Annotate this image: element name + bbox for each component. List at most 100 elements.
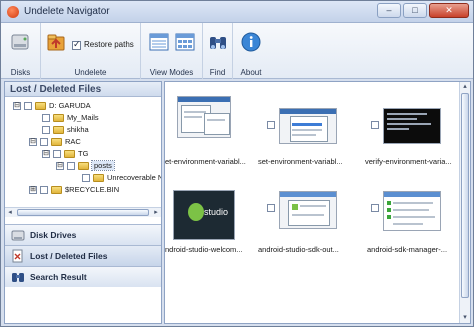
horizontal-scrollbar[interactable]: ◂ ▸ [5, 207, 161, 217]
view-modes-group-label: View Modes [149, 68, 194, 77]
tree-node[interactable]: ⊟ RAC [29, 136, 81, 147]
nav-disk-drives[interactable]: Disk Drives [5, 224, 161, 245]
collapse-toggle[interactable]: ⊟ [42, 149, 50, 158]
tree-checkbox[interactable] [24, 101, 32, 110]
android-studio-logo-icon [188, 203, 204, 221]
folder-icon [64, 149, 75, 158]
folder-icon [53, 125, 64, 134]
thumbnail-item[interactable]: et-environment-variabl... [165, 96, 265, 171]
collapse-toggle[interactable]: ⊟ [56, 161, 64, 170]
thumbnail-view-icon[interactable] [174, 31, 196, 53]
studio-logo-text: studio [204, 207, 229, 217]
tree-node-label: My_Mails [67, 113, 99, 122]
scroll-left-arrow[interactable]: ◂ [5, 208, 15, 218]
folder-icon [78, 161, 89, 170]
restore-paths-label: Restore paths [84, 40, 134, 49]
nav-lost-deleted-files[interactable]: Lost / Deleted Files [5, 245, 161, 266]
disk-drive-icon [11, 230, 25, 241]
thumbnail-checkbox[interactable] [267, 121, 275, 129]
tree-node-label: RAC [65, 137, 81, 146]
thumbnail-item[interactable]: set-environment-variabl... [258, 96, 365, 171]
find-group: Find [203, 23, 233, 79]
tree-node[interactable]: shikha [42, 124, 89, 135]
tree-checkbox[interactable] [42, 113, 50, 122]
file-thumbnails-pane: et-environment-variabl... set-environmen… [164, 81, 471, 324]
left-pane-title: Lost / Deleted Files [5, 82, 161, 97]
tree-node[interactable]: ⊟ posts [56, 160, 115, 171]
thumbnail-checkbox[interactable] [371, 204, 379, 212]
nav-label: Search Result [30, 272, 87, 282]
window-controls: – □ ✕ [377, 3, 469, 18]
tree-node-label: Unrecoverable Na [107, 173, 161, 182]
info-icon[interactable] [240, 31, 262, 53]
disks-group: Disks [1, 23, 41, 79]
screenshot-thumbnail[interactable] [279, 191, 337, 229]
thumbnail-item[interactable]: verify-environment-varia... [365, 96, 465, 171]
tree-checkbox[interactable] [82, 173, 90, 182]
screenshot-thumbnail[interactable] [383, 191, 441, 231]
view-modes-group: View Modes [141, 23, 203, 79]
scroll-up-arrow[interactable]: ▴ [460, 82, 470, 92]
scroll-thumb[interactable] [461, 93, 469, 298]
screenshot-thumbnail[interactable] [383, 108, 441, 144]
tree-checkbox[interactable] [40, 137, 48, 146]
tree-node[interactable]: My_Mails [42, 112, 99, 123]
undelete-icon[interactable] [45, 31, 67, 53]
undelete-group: Restore paths Undelete [41, 23, 141, 79]
tree-checkbox[interactable] [53, 149, 61, 158]
maximize-button[interactable]: □ [403, 3, 427, 18]
drive-icon [35, 101, 46, 110]
tree-node-label: TG [78, 149, 89, 158]
thumbnail-caption: et-environment-variabl... [165, 157, 246, 166]
tree-node-label: $RECYCLE.BIN [65, 185, 120, 194]
collapse-toggle[interactable]: ⊟ [29, 137, 37, 146]
tree-node-label: shikha [67, 125, 89, 134]
list-view-icon[interactable] [148, 31, 170, 53]
binoculars-icon[interactable] [207, 31, 229, 53]
tree-checkbox[interactable] [42, 125, 50, 134]
binoculars-icon [12, 273, 24, 282]
nav-label: Disk Drives [30, 230, 77, 240]
thumbnail-caption: android-sdk-manager-... [367, 245, 448, 254]
thumbnail-checkbox[interactable] [371, 121, 379, 129]
tree-node[interactable]: ⊟ TG [42, 148, 88, 159]
nav-search-result[interactable]: Search Result [5, 266, 161, 287]
minimize-button[interactable]: – [377, 3, 401, 18]
deleted-file-icon [12, 249, 23, 263]
restore-paths-checkbox[interactable] [72, 39, 81, 50]
tree-checkbox[interactable] [40, 185, 48, 194]
thumbnail-item[interactable]: studio ndroid-studio-welcom... [165, 190, 265, 265]
thumbnail-checkbox[interactable] [267, 204, 275, 212]
undelete-group-label: Undelete [74, 68, 107, 77]
tree-node[interactable]: ⊞ $RECYCLE.BIN [29, 184, 119, 195]
tree-node-label: posts [91, 160, 115, 171]
about-group-label: About [240, 68, 262, 77]
app-logo-icon [7, 6, 19, 18]
vertical-scrollbar[interactable]: ▴ ▾ [459, 82, 470, 323]
screenshot-thumbnail[interactable]: studio [173, 190, 235, 240]
collapse-toggle[interactable]: ⊟ [13, 101, 21, 110]
expand-toggle[interactable]: ⊞ [29, 185, 37, 194]
screenshot-thumbnail[interactable] [279, 108, 337, 144]
disk-drive-icon[interactable] [10, 31, 32, 53]
folder-icon [53, 113, 64, 122]
tree-node[interactable]: ⊟ D: GARUDA [13, 100, 91, 111]
close-button[interactable]: ✕ [429, 3, 469, 18]
tree-node[interactable]: Unrecoverable Na [82, 172, 161, 183]
scroll-thumb[interactable] [17, 209, 149, 216]
thumbnail-caption: android-studio-sdk-out... [258, 245, 339, 254]
scroll-right-arrow[interactable]: ▸ [151, 208, 161, 218]
tree-node-label: D: GARUDA [49, 101, 91, 110]
scroll-down-arrow[interactable]: ▾ [460, 313, 470, 323]
ribbon-toolbar: Disks Restore paths Undelete [1, 23, 473, 79]
about-group: About [233, 23, 269, 79]
screenshot-thumbnail[interactable] [177, 96, 231, 138]
app-window: Undelete Navigator – □ ✕ Disks Restore p… [0, 0, 474, 327]
folder-icon [93, 173, 104, 182]
thumbnail-item[interactable]: android-studio-sdk-out... [258, 190, 365, 265]
title-bar: Undelete Navigator – □ ✕ [1, 1, 473, 23]
folder-icon [51, 185, 62, 194]
disks-group-label: Disks [10, 68, 31, 77]
thumbnail-item[interactable]: android-sdk-manager-... [365, 190, 465, 265]
tree-checkbox[interactable] [67, 161, 75, 170]
